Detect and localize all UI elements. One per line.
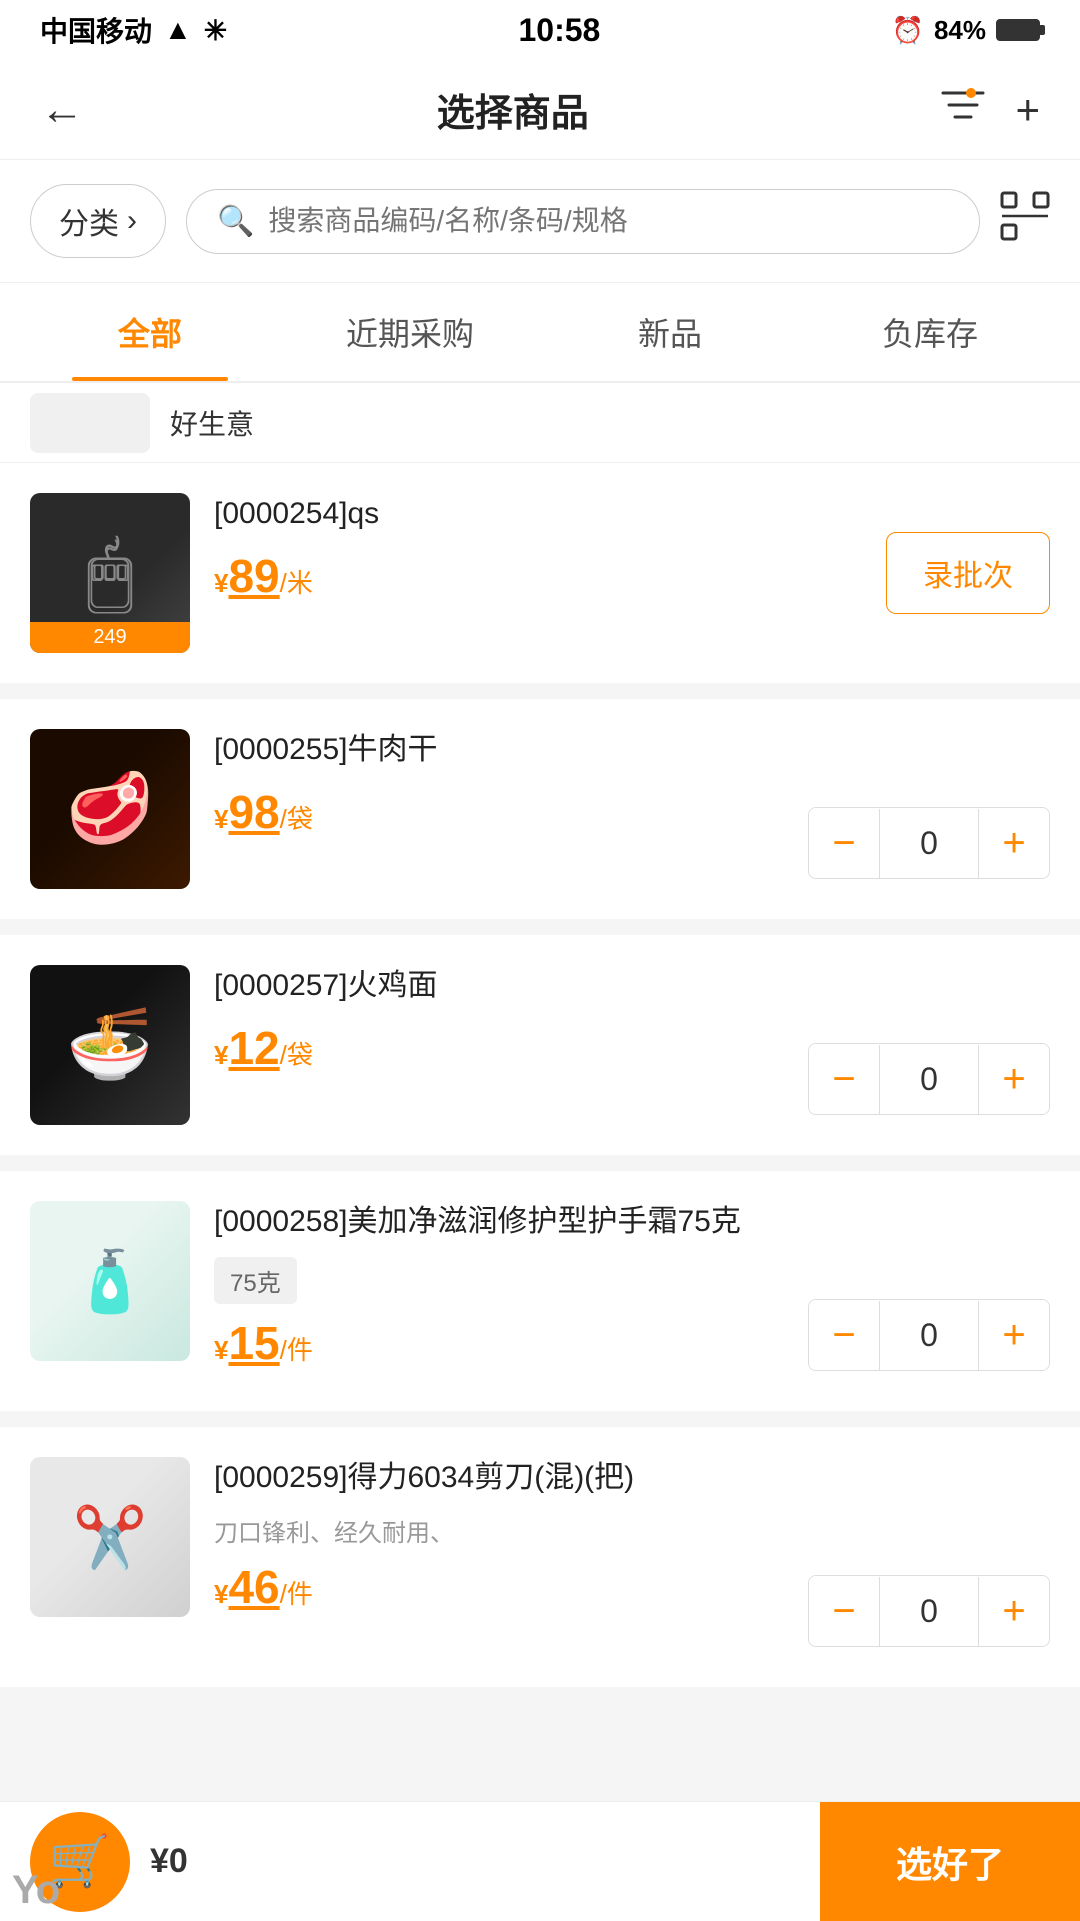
product-thumb: 🥩 [30,729,190,889]
product-desc: 刀口锋利、经久耐用、 [214,1513,1050,1548]
back-button[interactable]: ← [40,85,84,135]
product-name: [0000259]得力6034剪刀(混)(把) [214,1457,1050,1499]
filter-tabs: 全部 近期采购 新品 负库存 [0,283,1080,383]
status-time: 10:58 [518,12,600,49]
qty-value: 0 [879,1577,979,1646]
tab-negative-stock[interactable]: 负库存 [800,283,1060,381]
confirm-button[interactable]: 选好了 [820,1802,1080,1921]
qty-value: 0 [879,809,979,878]
price-symbol: ¥ [214,1040,228,1071]
price-unit: /米 [280,563,313,600]
price-number: 15 [228,1316,279,1370]
price-symbol: ¥ [214,1579,228,1610]
price-symbol: ¥ [214,804,228,835]
product-thumb: 🍜 [30,965,190,1125]
product-name: [0000255]牛肉干 [214,729,1050,771]
product-tag: 75克 [214,1257,297,1304]
noodles-image: 🍜 [30,965,190,1125]
partial-thumb [30,393,150,453]
search-section: 分类 › 🔍 [0,160,1080,283]
partial-product-name: 好生意 [170,403,254,443]
cart-section: 🛒 ¥0 [0,1812,820,1912]
alarm-icon: ⏰ [892,15,924,46]
price-number: 98 [228,785,279,839]
status-left: 中国移动 ▲ ✳ [40,10,227,50]
filter-icon[interactable] [941,85,985,135]
qty-increase-button[interactable]: + [979,1044,1049,1114]
qty-decrease-button[interactable]: − [809,1576,879,1646]
signal-icon: ✳ [204,14,227,47]
category-label: 分类 [59,199,119,243]
search-icon: 🔍 [217,204,254,239]
add-button[interactable]: + [1015,86,1040,134]
tab-recent[interactable]: 近期采购 [280,283,540,381]
quantity-control: − 0 + [808,1575,1050,1647]
product-thumb: 🖱 249 [30,493,190,653]
quantity-control: − 0 + [808,807,1050,879]
price-number: 46 [228,1560,279,1614]
nav-actions: + [941,85,1040,135]
product-name: [0000257]火鸡面 [214,965,1050,1007]
list-item: 🍜 [0000257]火鸡面 ¥ 12 /袋 − 0 + [0,935,1080,1155]
category-button[interactable]: 分类 › [30,184,166,258]
handcream-image: 🧴 [30,1201,190,1361]
price-unit: /袋 [280,799,313,836]
partial-product-item: 好生意 [0,383,1080,463]
batch-button[interactable]: 录批次 [886,532,1050,614]
scissors-image: ✂️ [30,1457,190,1617]
status-right: ⏰ 84% [892,15,1040,46]
list-item: 🥩 [0000255]牛肉干 ¥ 98 /袋 − 0 + [0,699,1080,919]
product-thumb: 🧴 [30,1201,190,1361]
beef-image: 🥩 [30,729,190,889]
quantity-control: − 0 + [808,1043,1050,1115]
qty-increase-button[interactable]: + [979,808,1049,878]
battery-label: 84% [934,15,986,46]
top-nav: ← 选择商品 + [0,60,1080,160]
tab-all[interactable]: 全部 [20,283,280,381]
mouse-badge: 249 [30,622,190,653]
price-unit: /件 [280,1330,313,1367]
qty-value: 0 [879,1045,979,1114]
price-number: 89 [228,549,279,603]
page-title: 选择商品 [437,82,589,137]
product-name: [0000258]美加净滋润修护型护手霜75克 [214,1201,1050,1243]
product-list: 🖱 249 [0000254]qs ¥ 89 /米 录批次 🥩 [0000255… [0,463,1080,1687]
list-item: 🖱 249 [0000254]qs ¥ 89 /米 录批次 [0,463,1080,683]
search-input[interactable] [268,205,949,237]
qty-value: 0 [879,1301,979,1370]
carrier-label: 中国移动 [40,10,152,50]
battery-icon [996,19,1040,41]
list-item: ✂️ [0000259]得力6034剪刀(混)(把) 刀口锋利、经久耐用、 ¥ … [0,1427,1080,1687]
quantity-control: − 0 + [808,1299,1050,1371]
yo-label: Yo [0,1864,72,1917]
cart-total: ¥0 [150,1842,188,1881]
status-bar: 中国移动 ▲ ✳ 10:58 ⏰ 84% [0,0,1080,60]
product-name: [0000254]qs [214,493,1050,535]
qty-increase-button[interactable]: + [979,1300,1049,1370]
price-unit: /件 [280,1574,313,1611]
price-symbol: ¥ [214,568,228,599]
qty-increase-button[interactable]: + [979,1576,1049,1646]
wifi-icon: ▲ [164,14,192,46]
price-unit: /袋 [280,1035,313,1072]
scan-button[interactable] [1000,191,1050,252]
price-number: 12 [228,1021,279,1075]
qty-decrease-button[interactable]: − [809,808,879,878]
mouse-image: 🖱 249 [30,493,190,653]
qty-decrease-button[interactable]: − [809,1300,879,1370]
product-thumb: ✂️ [30,1457,190,1617]
qty-decrease-button[interactable]: − [809,1044,879,1114]
price-symbol: ¥ [214,1335,228,1366]
search-input-wrap: 🔍 [186,189,980,254]
bottom-bar: 🛒 ¥0 选好了 Yo [0,1801,1080,1921]
list-item: 🧴 [0000258]美加净滋润修护型护手霜75克 75克 ¥ 15 /件 − … [0,1171,1080,1411]
tab-new[interactable]: 新品 [540,283,800,381]
category-arrow-icon: › [127,204,137,238]
